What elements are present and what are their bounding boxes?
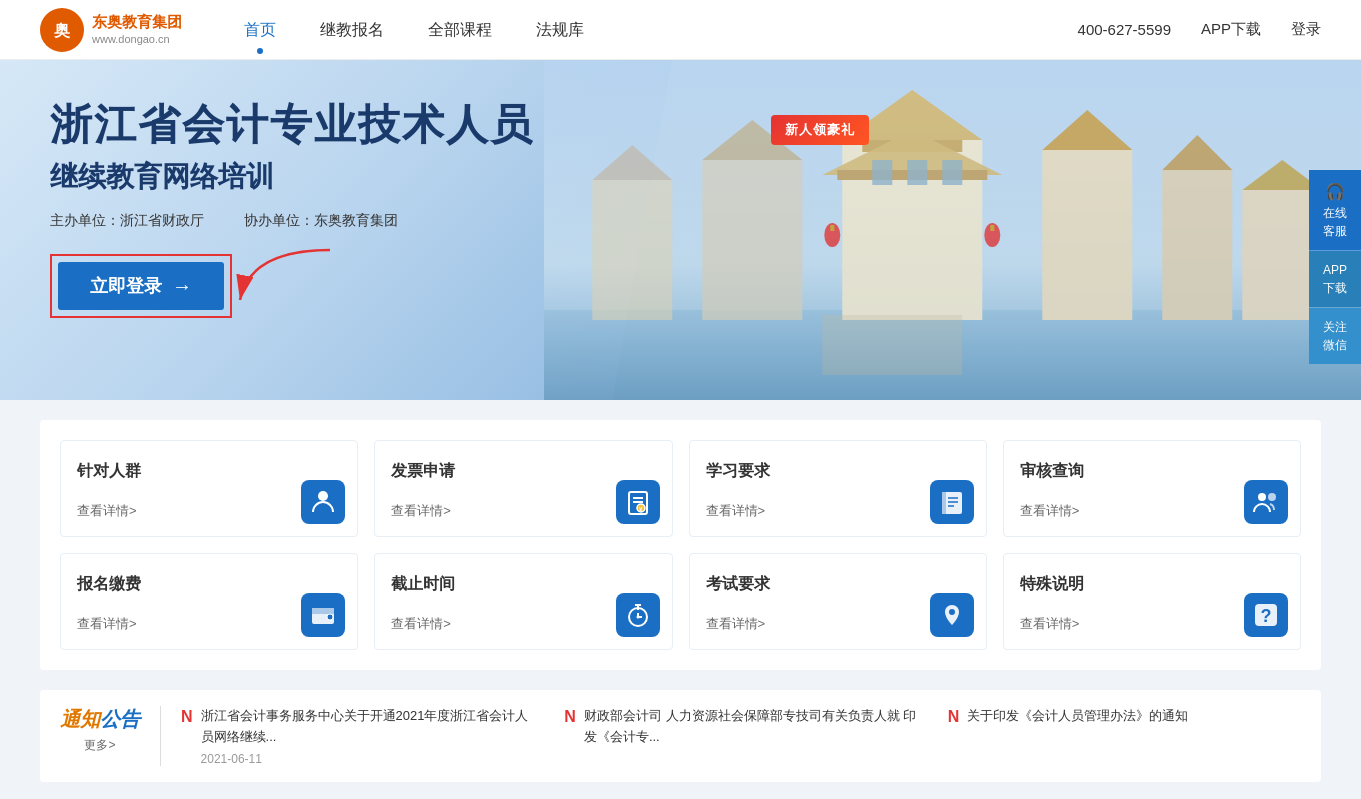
notice-text-2: 财政部会计司 人力资源社会保障部专技司有关负责人就 印发《会计专... xyxy=(584,706,918,748)
wallet-icon xyxy=(301,593,345,637)
building-svg xyxy=(544,60,1361,400)
nav-laws[interactable]: 法规库 xyxy=(514,0,606,60)
hero-subtitle: 继续教育网络培训 xyxy=(50,158,534,196)
svg-rect-16 xyxy=(1043,150,1133,320)
header: 奥 东奥教育集团 www.dongao.cn 首页 继教报名 全部课程 法规库 … xyxy=(0,0,1361,60)
headphone-icon: 🎧 xyxy=(1313,180,1357,204)
notice-icon-2: N xyxy=(564,708,576,726)
phone-number: 400-627-5599 xyxy=(1078,21,1171,38)
red-arrow xyxy=(220,245,340,315)
invoice-icon: ¥ xyxy=(616,480,660,524)
logo[interactable]: 奥 东奥教育集团 www.dongao.cn xyxy=(40,8,182,52)
svg-point-49 xyxy=(636,616,639,619)
svg-text:奥: 奥 xyxy=(53,22,71,39)
question-icon: ? xyxy=(1244,593,1288,637)
logo-icon: 奥 xyxy=(40,8,84,52)
hero-banner: 新人领豪礼 浙江省会计专业技术人员 继续教育网络培训 主办单位：浙江省财政厅 协… xyxy=(0,60,1361,400)
card-registration-fee[interactable]: 报名缴费 查看详情> xyxy=(60,553,358,650)
gong-char: 公告 xyxy=(100,706,140,733)
svg-rect-6 xyxy=(703,160,803,320)
svg-rect-15 xyxy=(943,160,963,185)
nav-courses[interactable]: 全部课程 xyxy=(406,0,514,60)
card-title: 审核查询 xyxy=(1020,461,1284,482)
card-title: 截止时间 xyxy=(391,574,655,595)
login-btn-wrapper: 立即登录 → xyxy=(50,254,232,318)
people-icon xyxy=(1244,480,1288,524)
info-cards-grid: 针对人群 查看详情> 发票申请 查看详情> ¥ xyxy=(40,420,1321,670)
card-exam-requirements[interactable]: 考试要求 查看详情> xyxy=(689,553,987,650)
logo-text: 东奥教育集团 www.dongao.cn xyxy=(92,11,182,47)
card-study-requirements[interactable]: 学习要求 查看详情> xyxy=(689,440,987,537)
svg-rect-25 xyxy=(991,225,995,231)
notice-item-3: N 关于印发《会计人员管理办法》的通知 xyxy=(948,706,1301,766)
svg-point-50 xyxy=(949,609,955,615)
svg-rect-26 xyxy=(823,315,963,375)
svg-rect-4 xyxy=(593,180,673,320)
card-title: 考试要求 xyxy=(706,574,970,595)
svg-point-40 xyxy=(1268,493,1276,501)
organizer2: 协办单位：东奥教育集团 xyxy=(244,212,398,230)
card-title: 特殊说明 xyxy=(1020,574,1284,595)
nav-home[interactable]: 首页 xyxy=(222,0,298,60)
card-review-query[interactable]: 审核查询 查看详情> xyxy=(1003,440,1301,537)
svg-text:?: ? xyxy=(1261,606,1272,626)
notice-text-3: 关于印发《会计人员管理办法》的通知 xyxy=(967,706,1301,727)
card-invoice[interactable]: 发票申请 查看详情> ¥ xyxy=(374,440,672,537)
header-right: 400-627-5599 APP下载 登录 xyxy=(1078,20,1321,39)
notice-item-1: N 浙江省会计事务服务中心关于开通2021年度浙江省会计人员网络继续... 20… xyxy=(181,706,534,766)
notice-icon-3: N xyxy=(948,708,960,726)
notices-bar: 通知 公告 更多> N 浙江省会计事务服务中心关于开通2021年度浙江省会计人员… xyxy=(40,690,1321,782)
wechat-follow-btn[interactable]: 关注 微信 xyxy=(1309,308,1361,364)
notice-item-2: N 财政部会计司 人力资源社会保障部专技司有关负责人就 印发《会计专... xyxy=(564,706,917,766)
online-service-btn[interactable]: 🎧 在线 客服 xyxy=(1309,170,1361,251)
card-title: 学习要求 xyxy=(706,461,970,482)
main-nav: 首页 继教报名 全部课程 法规库 xyxy=(222,0,1078,60)
svg-rect-14 xyxy=(908,160,928,185)
app-download-btn[interactable]: APP 下载 xyxy=(1309,251,1361,308)
card-title: 发票申请 xyxy=(391,461,655,482)
svg-point-28 xyxy=(318,491,328,501)
card-special-notes[interactable]: 特殊说明 查看详情> ? xyxy=(1003,553,1301,650)
card-title: 报名缴费 xyxy=(77,574,341,595)
arrow-icon: → xyxy=(172,275,192,298)
notice-title-3[interactable]: 关于印发《会计人员管理办法》的通知 xyxy=(967,706,1301,727)
notice-title-2[interactable]: 财政部会计司 人力资源社会保障部专技司有关负责人就 印发《会计专... xyxy=(584,706,918,748)
notices-more[interactable]: 更多> xyxy=(84,737,115,754)
card-title: 针对人群 xyxy=(77,461,341,482)
main-content: 针对人群 查看详情> 发票申请 查看详情> ¥ xyxy=(0,400,1361,799)
divider xyxy=(160,706,161,766)
notice-date-1: 2021-06-11 xyxy=(201,752,535,766)
person-icon xyxy=(301,480,345,524)
notice-title-1[interactable]: 浙江省会计事务服务中心关于开通2021年度浙江省会计人员网络继续... xyxy=(201,706,535,748)
new-user-badge[interactable]: 新人领豪礼 xyxy=(771,115,869,145)
login-button[interactable]: 立即登录 → xyxy=(58,262,224,310)
svg-rect-35 xyxy=(942,492,946,514)
app-download-link[interactable]: APP下载 xyxy=(1201,20,1261,39)
notices-label: 通知 公告 更多> xyxy=(60,706,140,754)
notices-list: N 浙江省会计事务服务中心关于开通2021年度浙江省会计人员网络继续... 20… xyxy=(181,706,1301,766)
card-target-audience[interactable]: 针对人群 查看详情> xyxy=(60,440,358,537)
svg-rect-13 xyxy=(873,160,893,185)
organizer1: 主办单位：浙江省财政厅 xyxy=(50,212,204,230)
timer-icon xyxy=(616,593,660,637)
hero-organizer: 主办单位：浙江省财政厅 协办单位：东奥教育集团 xyxy=(50,212,534,230)
svg-point-39 xyxy=(1258,493,1266,501)
notices-title: 通知 公告 xyxy=(60,706,140,733)
login-link[interactable]: 登录 xyxy=(1291,20,1321,39)
card-deadline[interactable]: 截止时间 查看详情> xyxy=(374,553,672,650)
svg-rect-18 xyxy=(1163,170,1233,320)
notice-text-1: 浙江省会计事务服务中心关于开通2021年度浙江省会计人员网络继续... 2021… xyxy=(201,706,535,766)
nav-jiujiao[interactable]: 继教报名 xyxy=(298,0,406,60)
zhi-char: 通知 xyxy=(60,706,100,733)
svg-rect-43 xyxy=(327,614,333,620)
hero-title: 浙江省会计专业技术人员 xyxy=(50,100,534,150)
notice-icon-1: N xyxy=(181,708,193,726)
svg-rect-42 xyxy=(312,608,334,614)
pin-icon xyxy=(930,593,974,637)
book-icon xyxy=(930,480,974,524)
side-float-panel: 🎧 在线 客服 APP 下载 关注 微信 xyxy=(1309,170,1361,364)
svg-rect-23 xyxy=(831,225,835,231)
